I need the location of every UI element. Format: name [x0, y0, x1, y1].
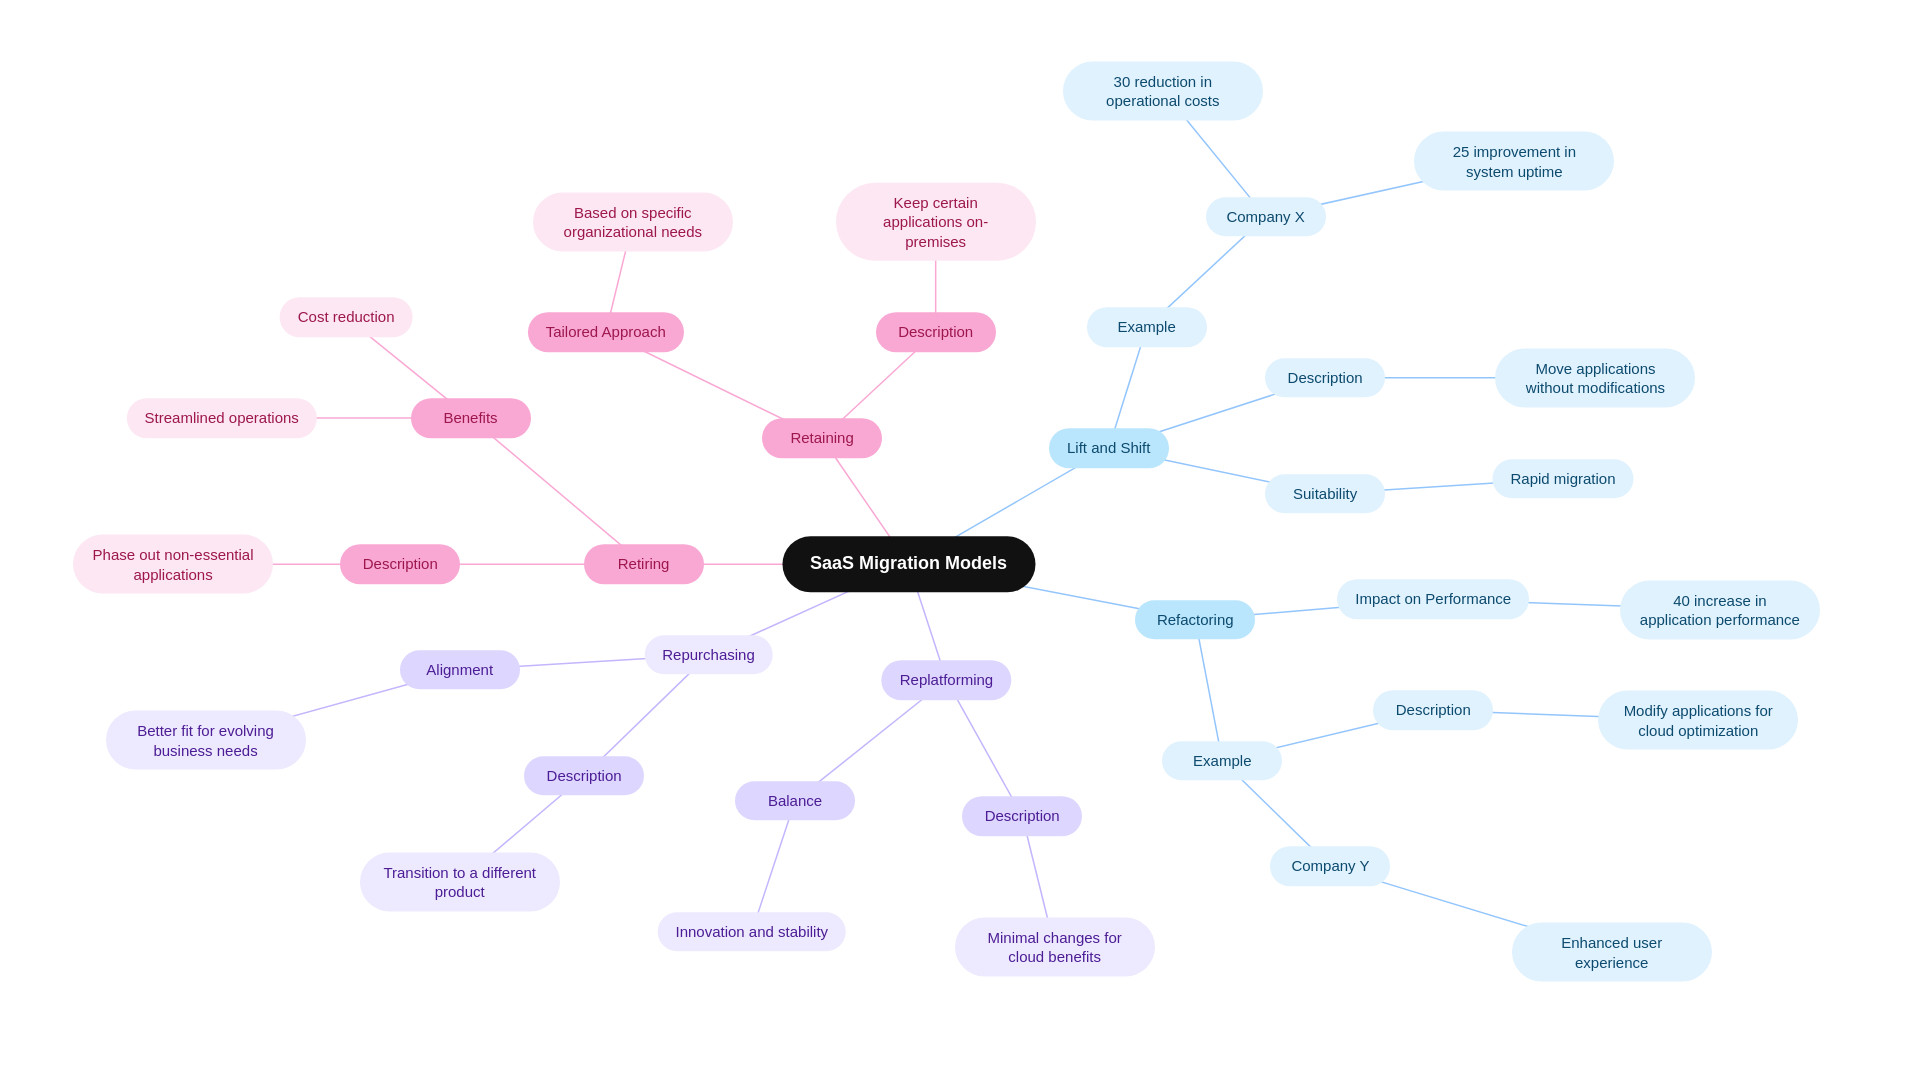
node-move-apps: Move applications without modifications — [1495, 348, 1695, 407]
node-tailored-desc: Based on specific organizational needs — [533, 192, 733, 251]
node-alignment: Alignment — [400, 650, 520, 690]
node-refactoring: Refactoring — [1135, 600, 1255, 640]
node-replatforming-desc: Description — [962, 796, 1082, 836]
node-innovation: Innovation and stability — [657, 912, 846, 952]
center-node: SaaS Migration Models — [782, 536, 1035, 591]
node-rapid-migration: Rapid migration — [1493, 459, 1634, 499]
node-transition: Transition to a different product — [360, 852, 560, 911]
svg-line-33 — [1195, 620, 1222, 761]
node-retaining: Retaining — [762, 418, 882, 458]
node-balance: Balance — [735, 781, 855, 821]
node-app-perf: 40 increase in application performance — [1620, 580, 1820, 639]
node-repurchasing: Repurchasing — [644, 635, 773, 675]
node-ls-example: Example — [1087, 308, 1207, 348]
node-ls-desc: Description — [1265, 358, 1385, 398]
mind-map-canvas: SaaS Migration Models Retaining Tailored A… — [0, 0, 1920, 1083]
node-suitability: Suitability — [1265, 474, 1385, 514]
node-retiring-desc: Description — [340, 544, 460, 584]
node-streamlined: Streamlined operations — [127, 398, 317, 438]
node-company-x: Company X — [1206, 197, 1326, 237]
node-retiring: Retiring — [584, 544, 704, 584]
node-company-y: Company Y — [1270, 847, 1390, 887]
node-cost-reduction: Cost reduction — [280, 298, 413, 338]
node-enhanced-ux: Enhanced user experience — [1512, 923, 1712, 982]
node-replatforming: Replatforming — [882, 660, 1011, 700]
node-modify-apps: Modify applications for cloud optimizati… — [1598, 691, 1798, 750]
node-benefits: Benefits — [411, 398, 531, 438]
node-tailored: Tailored Approach — [528, 313, 684, 353]
node-rf-example: Example — [1162, 741, 1282, 781]
node-cost-reduction2: 30 reduction in operational costs — [1063, 61, 1263, 120]
node-minimal-changes: Minimal changes for cloud benefits — [955, 917, 1155, 976]
node-better-fit: Better fit for evolving business needs — [106, 711, 306, 770]
node-impact-perf: Impact on Performance — [1337, 580, 1529, 620]
node-rf-desc: Description — [1373, 690, 1493, 730]
node-retaining-desc: Description — [876, 313, 996, 353]
svg-line-6 — [471, 418, 644, 564]
node-uptime: 25 improvement in system uptime — [1414, 132, 1614, 191]
node-retaining-desc2: Keep certain applications on-premises — [836, 182, 1036, 261]
node-phase-out: Phase out non-essential applications — [73, 535, 273, 594]
node-repurchasing-desc: Description — [524, 756, 644, 796]
node-lift-and-shift: Lift and Shift — [1049, 429, 1169, 469]
